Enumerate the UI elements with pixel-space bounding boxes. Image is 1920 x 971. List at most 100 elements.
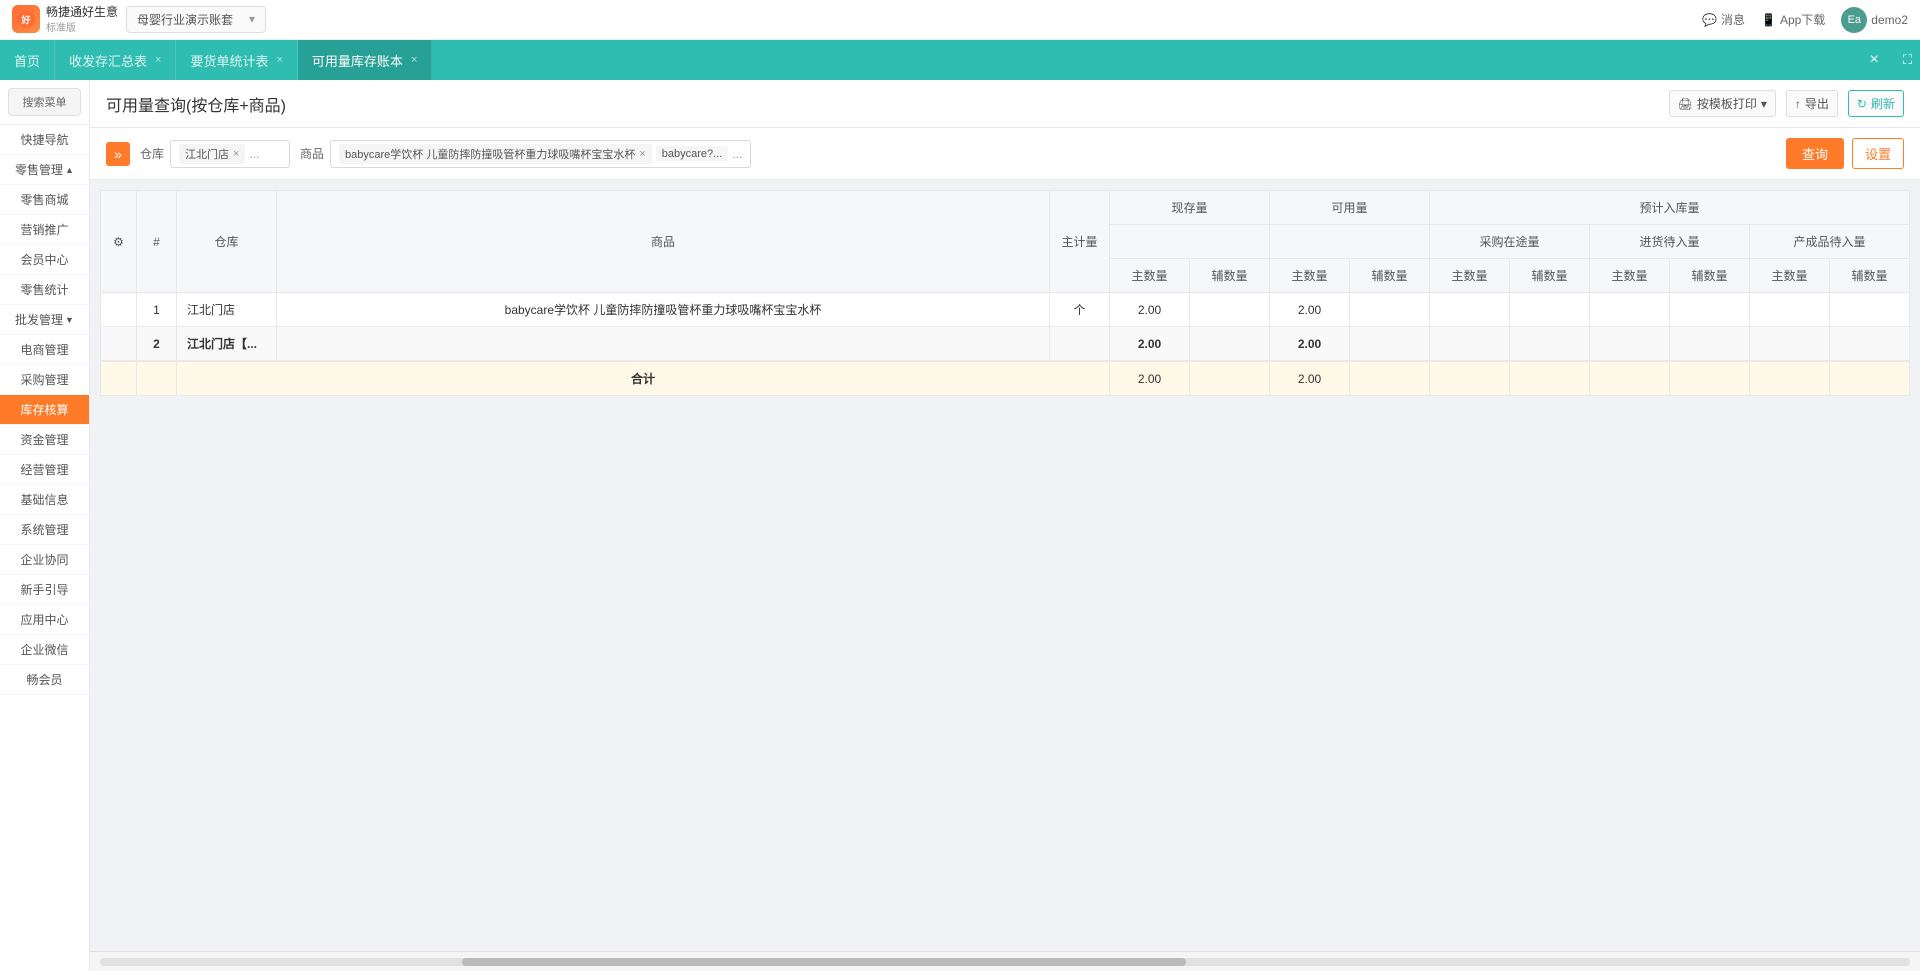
tab-stock-summary-close[interactable]: × bbox=[155, 54, 161, 66]
sidebar-item-inventory[interactable]: 库存核算 bbox=[0, 395, 89, 425]
sidebar-item-retail-stats[interactable]: 零售统计 bbox=[0, 275, 89, 305]
expand-btn[interactable]: ⛶ bbox=[1895, 40, 1920, 80]
export-icon: ↑ bbox=[1795, 97, 1801, 111]
triangle-icon: ▲ bbox=[65, 165, 74, 175]
sidebar-item-basic-info[interactable]: 基础信息 bbox=[0, 485, 89, 515]
sidebar-item-member-center[interactable]: 会员中心 bbox=[0, 245, 89, 275]
row-stock-aux bbox=[1190, 293, 1270, 327]
export-btn[interactable]: ↑ 导出 bbox=[1786, 90, 1838, 117]
purchase-main-header: 主数量 bbox=[1430, 259, 1510, 293]
avatar-text: Ea bbox=[1848, 14, 1861, 26]
tab-order-stats[interactable]: 要货单统计表 × bbox=[176, 40, 297, 80]
col-stock-header: 现存量 bbox=[1110, 191, 1270, 225]
query-btn[interactable]: 查询 bbox=[1786, 138, 1844, 169]
tab-order-stats-label: 要货单统计表 bbox=[190, 51, 268, 70]
brand-icon: 好 bbox=[12, 5, 40, 33]
row-warehouse: 江北门店 bbox=[177, 293, 277, 327]
brand-title: 畅捷通好生意 bbox=[46, 5, 118, 19]
message-label: 消息 bbox=[1721, 11, 1745, 28]
sidebar-item-shortcut[interactable]: 快捷导航 bbox=[0, 125, 89, 155]
footer-incoming-main bbox=[1590, 361, 1670, 396]
page-header: 可用量查询(按仓库+商品) 🖨 按模板打印 ▾ ↑ 导出 ↻ 刷新 bbox=[90, 80, 1920, 128]
sidebar-item-wechat[interactable]: 企业微信 bbox=[0, 635, 89, 665]
footer-label-cell: 合计 bbox=[177, 361, 1110, 396]
sidebar-item-ecommerce[interactable]: 电商管理 bbox=[0, 335, 89, 365]
search-menu-btn[interactable]: 搜索菜单 bbox=[8, 88, 81, 116]
sidebar-item-app-center[interactable]: 应用中心 bbox=[0, 605, 89, 635]
row-purchase-main bbox=[1430, 327, 1510, 362]
product-tag1-remove[interactable]: × bbox=[639, 148, 645, 160]
sidebar-item-finance[interactable]: 资金管理 bbox=[0, 425, 89, 455]
tab-home[interactable]: 首页 bbox=[0, 40, 55, 80]
main-layout: 搜索菜单 快捷导航 零售管理 ▲ 零售商城 营销推广 会员中心 零售统计 批发管… bbox=[0, 80, 1920, 971]
warehouse-more-btn[interactable]: ... bbox=[249, 147, 259, 161]
sidebar-search-area: 搜索菜单 bbox=[0, 80, 89, 125]
tab-available-stock-close[interactable]: × bbox=[411, 54, 417, 66]
brand-text: 畅捷通好生意 标准版 bbox=[46, 5, 118, 34]
close-all-tabs-btn[interactable]: × bbox=[1858, 40, 1891, 80]
bottom-scrollbar[interactable] bbox=[90, 951, 1920, 971]
content-area: 可用量查询(按仓库+商品) 🖨 按模板打印 ▾ ↑ 导出 ↻ 刷新 bbox=[90, 80, 1920, 971]
product-tag1: babycare学饮杯 儿童防摔防撞吸管杯重力球吸嘴杯宝宝水杯 × bbox=[339, 144, 652, 164]
warehouse-tag-remove[interactable]: × bbox=[233, 148, 239, 160]
row-production-main bbox=[1750, 327, 1830, 362]
row-product: babycare学饮杯 儿童防摔防撞吸管杯重力球吸嘴杯宝宝水杯 bbox=[277, 293, 1050, 327]
sidebar-item-business[interactable]: 经营管理 bbox=[0, 455, 89, 485]
row-incoming-aux bbox=[1670, 293, 1750, 327]
store-name: 母婴行业演示账套 bbox=[137, 11, 233, 28]
message-btn[interactable]: 💬 消息 bbox=[1702, 11, 1745, 28]
warehouse-label: 仓库 bbox=[140, 145, 164, 162]
sidebar-item-newbie[interactable]: 新手引导 bbox=[0, 575, 89, 605]
print-btn[interactable]: 🖨 按模板打印 ▾ bbox=[1669, 90, 1776, 117]
app-download-btn[interactable]: 📱 App下载 bbox=[1761, 11, 1825, 28]
product-more-btn[interactable]: ... bbox=[732, 147, 742, 161]
row-available-main: 2.00 bbox=[1270, 327, 1350, 362]
row-incoming-aux bbox=[1670, 327, 1750, 362]
footer-stock-aux bbox=[1190, 361, 1270, 396]
sidebar-item-system-label: 系统管理 bbox=[20, 523, 68, 537]
sidebar-item-member-label: 会员中心 bbox=[20, 253, 68, 267]
footer-incoming-aux bbox=[1670, 361, 1750, 396]
sidebar-item-app-label: 应用中心 bbox=[20, 613, 68, 627]
sidebar-item-retail-mall[interactable]: 零售商城 bbox=[0, 185, 89, 215]
product-filter: 商品 babycare学饮杯 儿童防摔防撞吸管杯重力球吸嘴杯宝宝水杯 × bab… bbox=[300, 140, 751, 168]
incoming-main-header: 主数量 bbox=[1590, 259, 1670, 293]
filter-toggle-btn[interactable]: » bbox=[106, 142, 130, 166]
sidebar-item-purchase[interactable]: 采购管理 bbox=[0, 365, 89, 395]
sidebar-item-enterprise[interactable]: 企业协同 bbox=[0, 545, 89, 575]
incoming-aux-header: 辅数量 bbox=[1670, 259, 1750, 293]
tab-available-stock[interactable]: 可用量库存账本 × bbox=[298, 40, 432, 80]
warehouse-input[interactable]: 江北门店 × ... bbox=[170, 140, 290, 168]
store-selector[interactable]: 母婴行业演示账套 ▾ bbox=[126, 6, 266, 33]
row-no: 2 bbox=[137, 327, 177, 362]
brand-logo: 好 畅捷通好生意 标准版 bbox=[12, 5, 118, 34]
col-product-header: 商品 bbox=[277, 191, 1050, 293]
tab-order-stats-close[interactable]: × bbox=[276, 54, 282, 66]
row-purchase-aux bbox=[1510, 293, 1590, 327]
sidebar-item-marketing[interactable]: 营销推广 bbox=[0, 215, 89, 245]
refresh-btn[interactable]: ↻ 刷新 bbox=[1848, 90, 1904, 117]
tab-stock-summary[interactable]: 收发存汇总表 × bbox=[55, 40, 176, 80]
sidebar-item-system[interactable]: 系统管理 bbox=[0, 515, 89, 545]
sidebar-item-wholesale-mgmt[interactable]: 批发管理 ▼ bbox=[0, 305, 89, 335]
gear-icon: ⚙ bbox=[113, 235, 124, 249]
sidebar-item-purchase-label: 采购管理 bbox=[20, 373, 68, 387]
app-download-label: App下载 bbox=[1780, 11, 1825, 28]
sidebar-item-retail-mgmt[interactable]: 零售管理 ▲ bbox=[0, 155, 89, 185]
toggle-icon: » bbox=[114, 146, 122, 162]
sidebar-item-inventory-label: 库存核算 bbox=[20, 403, 68, 417]
table-container: ⚙ # 仓库 商品 主计量 现存量 可用量 预计入库量 采购在途量 bbox=[90, 180, 1920, 951]
settings-btn[interactable]: 设置 bbox=[1852, 138, 1904, 169]
footer-available-main: 2.00 bbox=[1270, 361, 1350, 396]
product-input[interactable]: babycare学饮杯 儿童防摔防撞吸管杯重力球吸嘴杯宝宝水杯 × babyca… bbox=[330, 140, 751, 168]
table-row: 1 江北门店 babycare学饮杯 儿童防摔防撞吸管杯重力球吸嘴杯宝宝水杯 个… bbox=[101, 293, 1910, 327]
svg-text:好: 好 bbox=[20, 14, 30, 25]
scrollbar-thumb bbox=[462, 958, 1186, 966]
sidebar-item-member[interactable]: 畅会员 bbox=[0, 665, 89, 695]
sidebar-item-basic-label: 基础信息 bbox=[20, 493, 68, 507]
product-tag2-text: babycare?... bbox=[662, 148, 723, 160]
top-bar-left: 好 畅捷通好生意 标准版 母婴行业演示账套 ▾ bbox=[12, 5, 266, 34]
table-footer-row: 合计 2.00 2.00 bbox=[101, 361, 1910, 396]
user-info[interactable]: Ea demo2 bbox=[1841, 7, 1908, 33]
col-gear[interactable]: ⚙ bbox=[101, 191, 137, 293]
